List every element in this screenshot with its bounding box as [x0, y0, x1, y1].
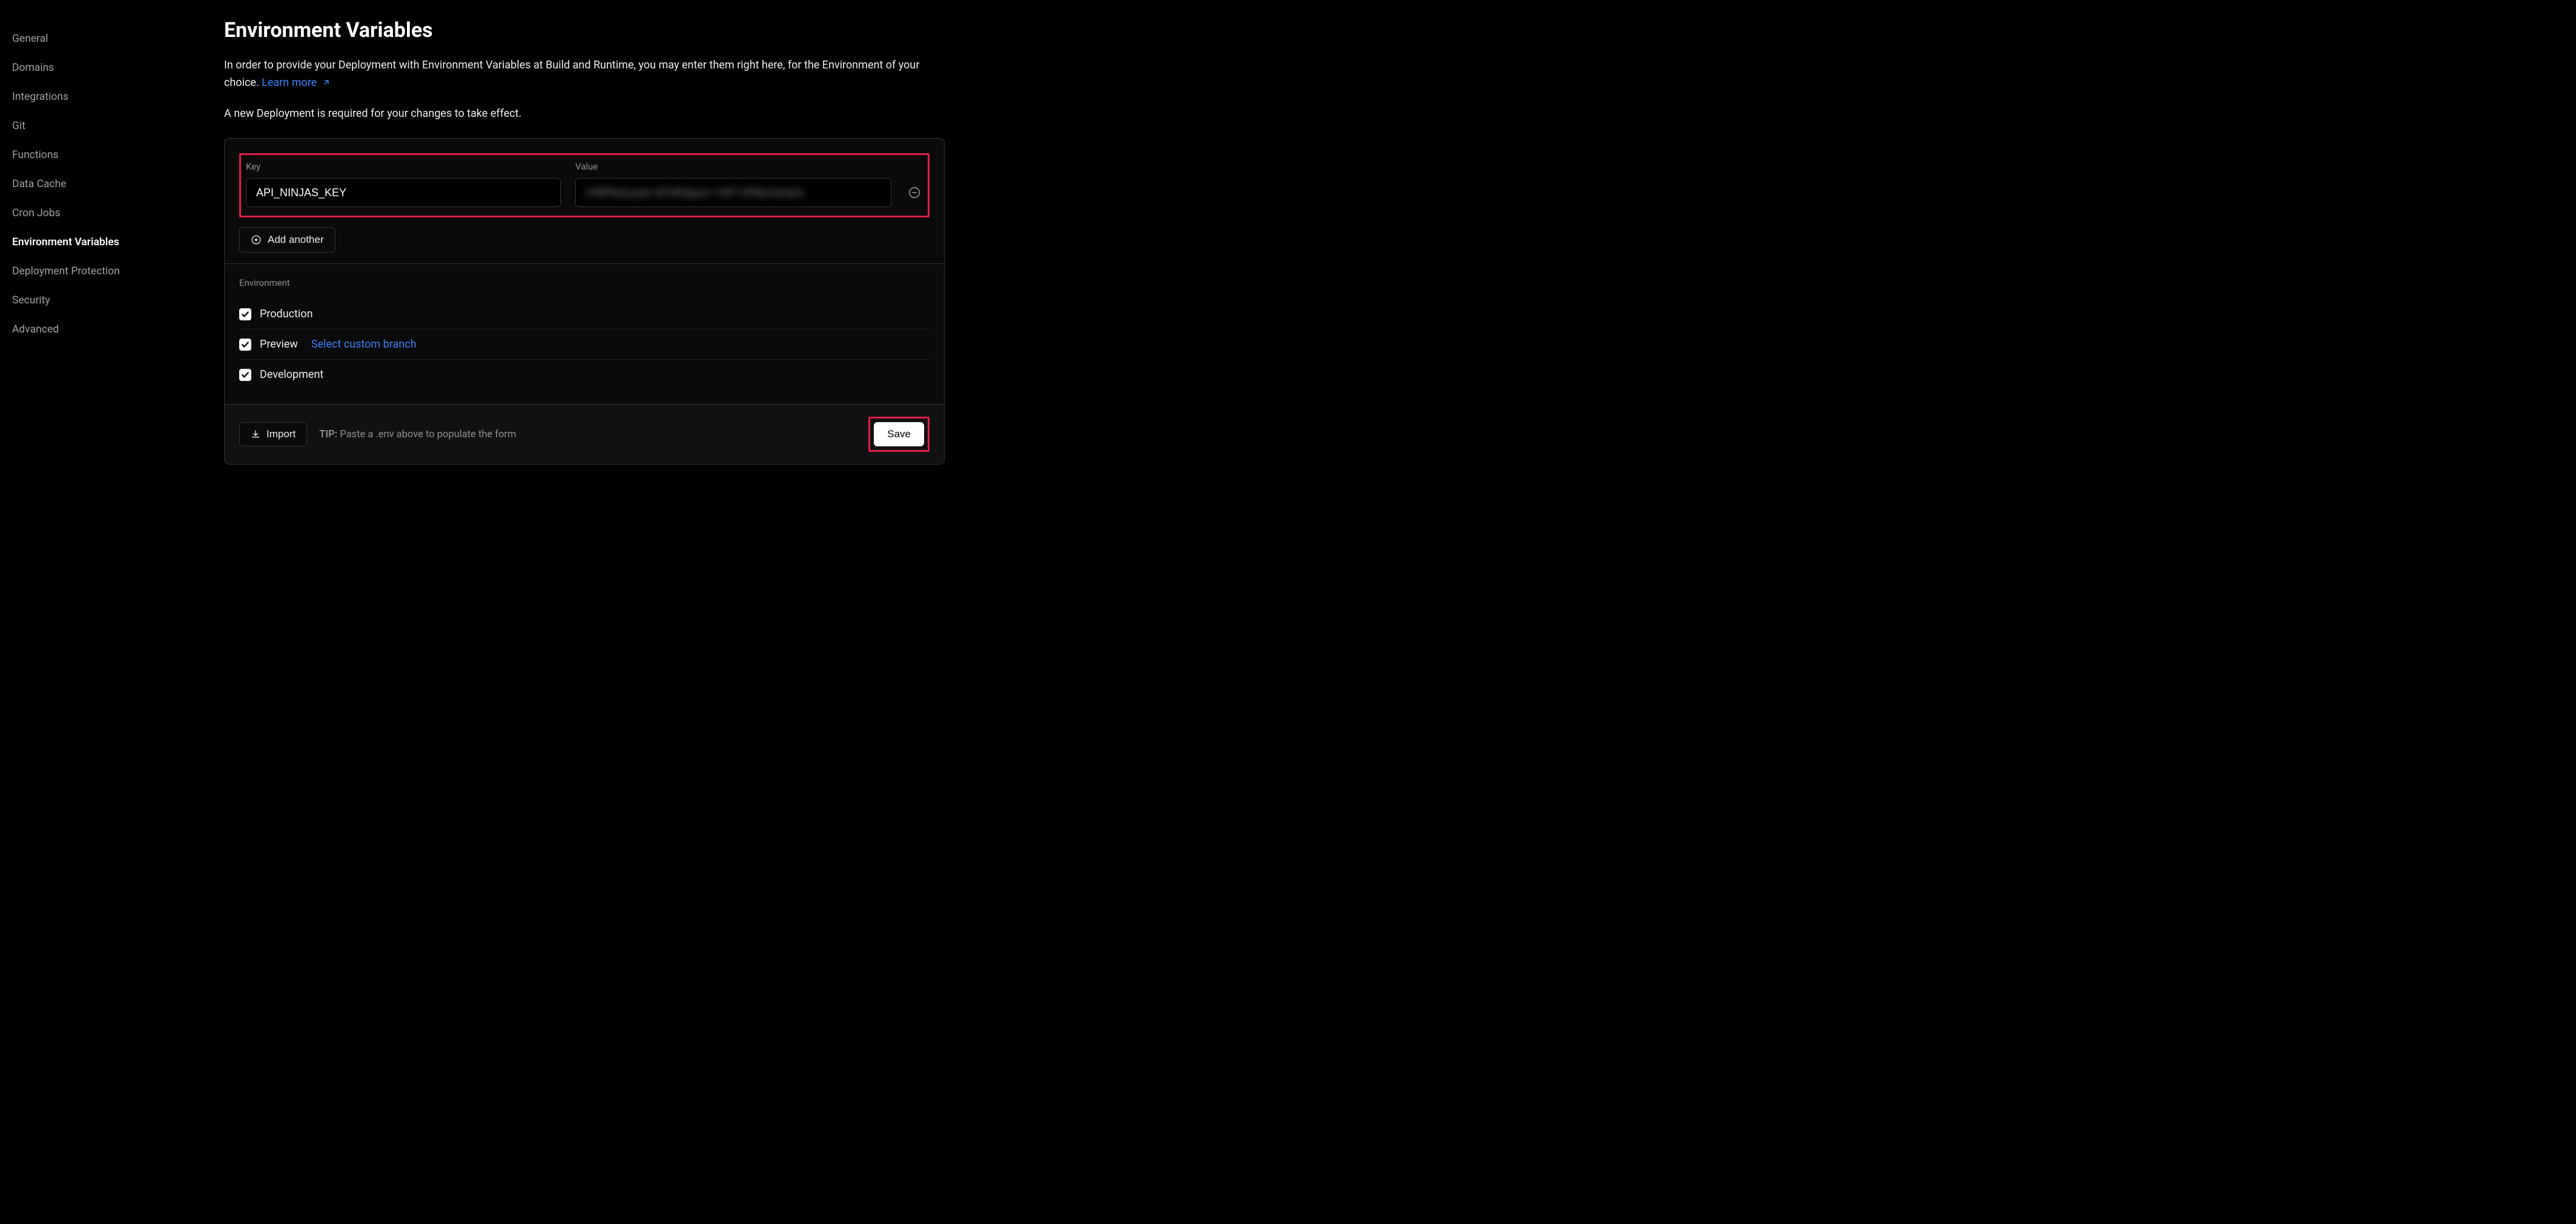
sidebar-item-cron-jobs[interactable]: Cron Jobs	[12, 199, 188, 228]
plus-circle-icon	[251, 234, 262, 245]
remove-row-button[interactable]	[906, 178, 923, 207]
page-title: Environment Variables	[224, 18, 945, 42]
check-icon	[241, 371, 249, 379]
check-icon	[241, 340, 249, 349]
env-label-production: Production	[260, 308, 313, 320]
panel-form-area: Key Value xYBPlanLyear APvKDguov 1497 xP…	[225, 139, 944, 263]
sidebar-item-domains[interactable]: Domains	[12, 53, 188, 82]
import-label: Import	[266, 428, 296, 440]
value-label: Value	[575, 161, 891, 172]
value-field-column: Value xYBPlanLyear APvKDguov 1497 xPNect…	[575, 161, 891, 207]
env-row-preview: Preview Select custom branch	[239, 329, 930, 360]
sidebar-item-deployment-protection[interactable]: Deployment Protection	[12, 257, 188, 286]
check-icon	[241, 310, 249, 319]
sidebar-item-git[interactable]: Git	[12, 111, 188, 141]
tip-text: TIP: Paste a .env above to populate the …	[319, 429, 516, 440]
checkbox-production[interactable]	[239, 308, 251, 320]
learn-more-link[interactable]: Learn more	[262, 76, 331, 89]
add-another-button[interactable]: Add another	[239, 227, 335, 253]
sidebar-item-environment-variables[interactable]: Environment Variables	[12, 228, 188, 257]
tip-bold: TIP:	[319, 429, 337, 440]
env-label-development: Development	[260, 368, 323, 381]
checkbox-preview[interactable]	[239, 339, 251, 351]
panel-footer: Import TIP: Paste a .env above to popula…	[225, 404, 944, 464]
env-var-row-highlight: Key Value xYBPlanLyear APvKDguov 1497 xP…	[239, 153, 930, 217]
deployment-note: A new Deployment is required for your ch…	[224, 105, 945, 123]
add-another-label: Add another	[268, 234, 324, 246]
sidebar-item-security[interactable]: Security	[12, 286, 188, 315]
value-masked-text: xYBPlanLyear APvKDguov 1497 xPNectartym	[586, 187, 804, 199]
external-link-icon	[322, 75, 331, 84]
save-button[interactable]: Save	[874, 422, 924, 446]
settings-sidebar: General Domains Integrations Git Functio…	[12, 12, 188, 465]
environment-section: Environment Production Preview Select cu…	[225, 263, 944, 404]
env-label-preview: Preview	[260, 338, 298, 351]
environment-heading: Environment	[239, 277, 930, 288]
tip-body: Paste a .env above to populate the form	[337, 429, 516, 440]
env-var-panel: Key Value xYBPlanLyear APvKDguov 1497 xP…	[224, 138, 945, 465]
learn-more-label: Learn more	[262, 76, 317, 89]
minus-circle-icon	[908, 186, 921, 199]
select-custom-branch-link[interactable]: Select custom branch	[311, 338, 417, 351]
key-field-column: Key	[246, 161, 561, 207]
main-content: Environment Variables In order to provid…	[224, 12, 945, 465]
key-label: Key	[246, 161, 561, 172]
checkbox-development[interactable]	[239, 369, 251, 381]
save-highlight: Save	[868, 417, 930, 452]
sidebar-item-functions[interactable]: Functions	[12, 141, 188, 170]
env-row-development: Development	[239, 360, 930, 389]
page-description: In order to provide your Deployment with…	[224, 57, 945, 92]
sidebar-item-general[interactable]: General	[12, 24, 188, 53]
import-button[interactable]: Import	[239, 422, 307, 446]
sidebar-item-advanced[interactable]: Advanced	[12, 315, 188, 344]
sidebar-item-data-cache[interactable]: Data Cache	[12, 170, 188, 199]
value-input[interactable]: xYBPlanLyear APvKDguov 1497 xPNectartym	[575, 178, 891, 207]
download-icon	[251, 429, 260, 439]
sidebar-item-integrations[interactable]: Integrations	[12, 82, 188, 111]
env-row-production: Production	[239, 299, 930, 329]
key-input[interactable]	[246, 178, 561, 207]
